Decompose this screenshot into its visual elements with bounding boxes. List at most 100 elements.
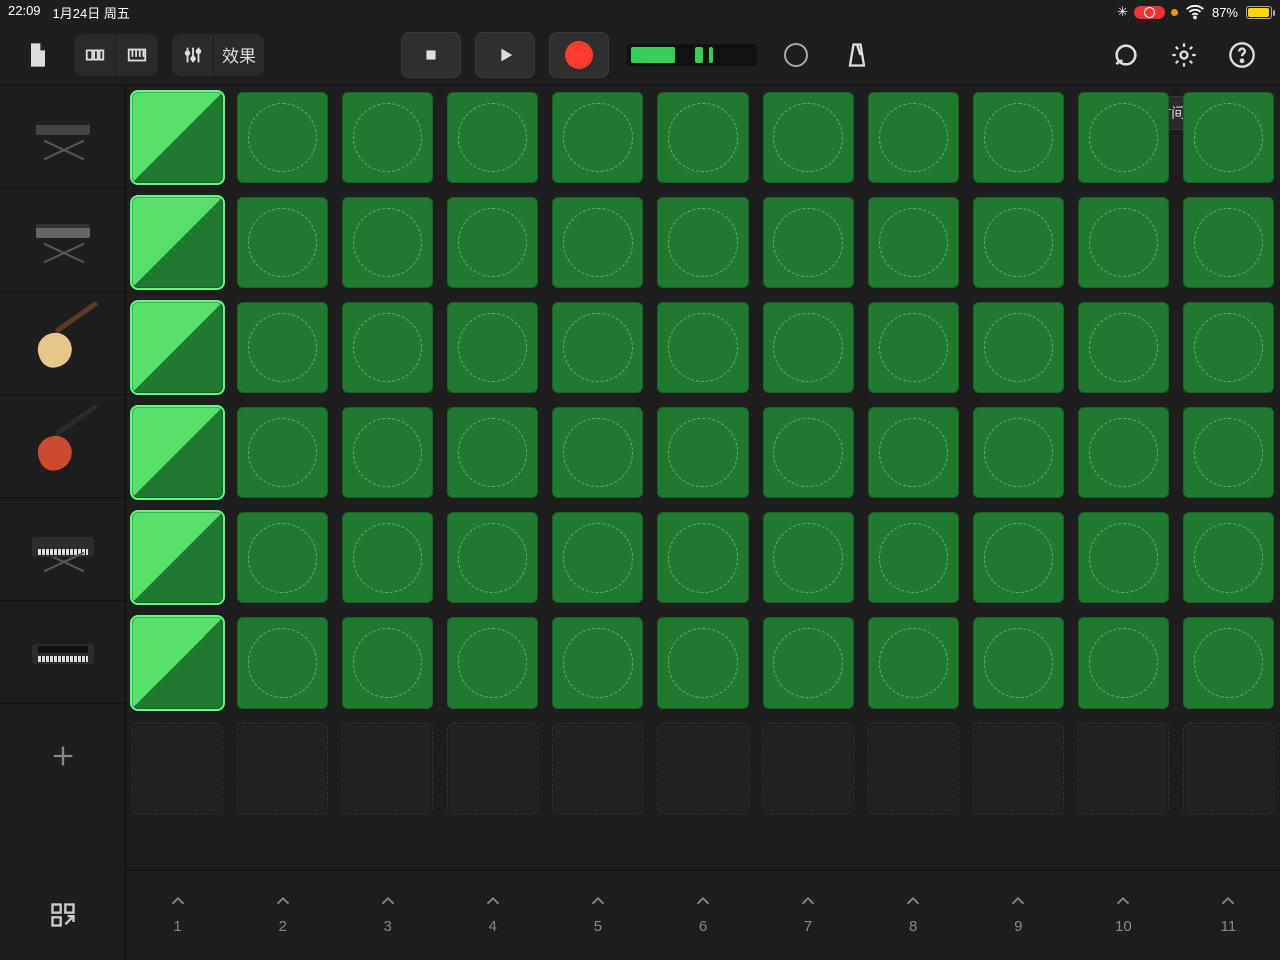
empty-cell[interactable] — [973, 723, 1064, 814]
empty-cell[interactable] — [1078, 723, 1169, 814]
loop-cell[interactable] — [1078, 407, 1169, 498]
loop-cell[interactable] — [342, 512, 433, 603]
loop-cell[interactable] — [342, 197, 433, 288]
column-trigger[interactable]: 3 — [342, 871, 433, 954]
loop-cell[interactable] — [763, 92, 854, 183]
loop-cell[interactable] — [132, 407, 223, 498]
loop-cell[interactable] — [237, 617, 328, 708]
master-volume-button[interactable] — [775, 34, 817, 76]
loop-cell[interactable] — [552, 512, 643, 603]
loop-cell[interactable] — [763, 302, 854, 393]
column-trigger[interactable]: 7 — [763, 871, 854, 954]
loop-cell[interactable] — [552, 197, 643, 288]
add-track-button[interactable] — [0, 704, 125, 807]
loop-cell[interactable] — [342, 617, 433, 708]
loop-cell[interactable] — [657, 302, 748, 393]
loop-cell[interactable] — [132, 512, 223, 603]
loop-cell[interactable] — [132, 617, 223, 708]
loop-cell[interactable] — [447, 302, 538, 393]
track-keyboard-1[interactable] — [0, 86, 125, 189]
loop-cell[interactable] — [447, 92, 538, 183]
keyboard-view-button[interactable] — [116, 34, 158, 76]
loop-cell[interactable] — [973, 512, 1064, 603]
fx-button[interactable]: 效果 — [214, 34, 264, 76]
track-acoustic-guitar[interactable] — [0, 292, 125, 395]
live-loops-edit-button[interactable] — [0, 870, 125, 960]
loop-cell[interactable] — [868, 302, 959, 393]
column-trigger[interactable]: 2 — [237, 871, 328, 954]
loop-cell[interactable] — [1183, 617, 1274, 708]
loop-cell[interactable] — [1078, 197, 1169, 288]
track-synth-2[interactable] — [0, 601, 125, 704]
loop-cell[interactable] — [237, 92, 328, 183]
loop-cell[interactable] — [132, 92, 223, 183]
loop-cell[interactable] — [657, 617, 748, 708]
loop-cell[interactable] — [868, 197, 959, 288]
loop-cell[interactable] — [552, 407, 643, 498]
column-trigger[interactable]: 6 — [657, 871, 748, 954]
loop-cell[interactable] — [342, 302, 433, 393]
loop-cell[interactable] — [1078, 512, 1169, 603]
column-trigger[interactable]: 1 — [132, 871, 223, 954]
loop-cell[interactable] — [973, 197, 1064, 288]
column-trigger[interactable]: 9 — [973, 871, 1064, 954]
empty-cell[interactable] — [132, 723, 223, 814]
empty-cell[interactable] — [763, 723, 854, 814]
empty-cell[interactable] — [868, 723, 959, 814]
stop-button[interactable] — [401, 32, 461, 78]
track-electric-guitar[interactable] — [0, 395, 125, 498]
column-trigger[interactable]: 5 — [552, 871, 643, 954]
loop-cell[interactable] — [237, 407, 328, 498]
loop-cell[interactable] — [552, 92, 643, 183]
empty-cell[interactable] — [657, 723, 748, 814]
loop-cell[interactable] — [868, 512, 959, 603]
empty-cell[interactable] — [1183, 723, 1274, 814]
loop-cell[interactable] — [342, 92, 433, 183]
loop-cell[interactable] — [763, 617, 854, 708]
column-trigger[interactable]: 8 — [868, 871, 959, 954]
loop-cell[interactable] — [1183, 302, 1274, 393]
my-songs-button[interactable] — [16, 34, 60, 76]
column-trigger[interactable]: 10 — [1078, 871, 1169, 954]
loop-cell[interactable] — [973, 302, 1064, 393]
loop-cell[interactable] — [973, 92, 1064, 183]
loop-cell[interactable] — [973, 617, 1064, 708]
loop-cell[interactable] — [342, 407, 433, 498]
empty-cell[interactable] — [237, 723, 328, 814]
help-button[interactable] — [1220, 34, 1264, 76]
loop-cell[interactable] — [763, 197, 854, 288]
empty-cell[interactable] — [342, 723, 433, 814]
loop-cell[interactable] — [552, 302, 643, 393]
loop-cell[interactable] — [763, 407, 854, 498]
loop-cell[interactable] — [447, 512, 538, 603]
loop-cell[interactable] — [1078, 92, 1169, 183]
screen-record-pill[interactable] — [1134, 6, 1165, 19]
loop-cell[interactable] — [973, 407, 1064, 498]
record-button[interactable] — [549, 32, 609, 78]
tracks-view-button[interactable] — [74, 34, 116, 76]
loop-cell[interactable] — [447, 407, 538, 498]
loop-cell[interactable] — [763, 512, 854, 603]
track-synth-1[interactable] — [0, 498, 125, 601]
loop-cell[interactable] — [1183, 407, 1274, 498]
loop-cell[interactable] — [237, 197, 328, 288]
empty-cell[interactable] — [552, 723, 643, 814]
loop-cell[interactable] — [868, 92, 959, 183]
loop-cell[interactable] — [237, 512, 328, 603]
play-button[interactable] — [475, 32, 535, 78]
loop-cell[interactable] — [447, 197, 538, 288]
loop-cell[interactable] — [447, 617, 538, 708]
loop-cell[interactable] — [1078, 617, 1169, 708]
loop-cell[interactable] — [237, 302, 328, 393]
loop-cell[interactable] — [552, 617, 643, 708]
loop-cell[interactable] — [657, 92, 748, 183]
loop-cell[interactable] — [132, 302, 223, 393]
loop-cell[interactable] — [657, 197, 748, 288]
loop-cell[interactable] — [1078, 302, 1169, 393]
loop-cell[interactable] — [657, 407, 748, 498]
metronome-button[interactable] — [835, 34, 879, 76]
loop-cell[interactable] — [657, 512, 748, 603]
column-trigger[interactable]: 4 — [447, 871, 538, 954]
loop-cell[interactable] — [132, 197, 223, 288]
loop-cell[interactable] — [868, 407, 959, 498]
